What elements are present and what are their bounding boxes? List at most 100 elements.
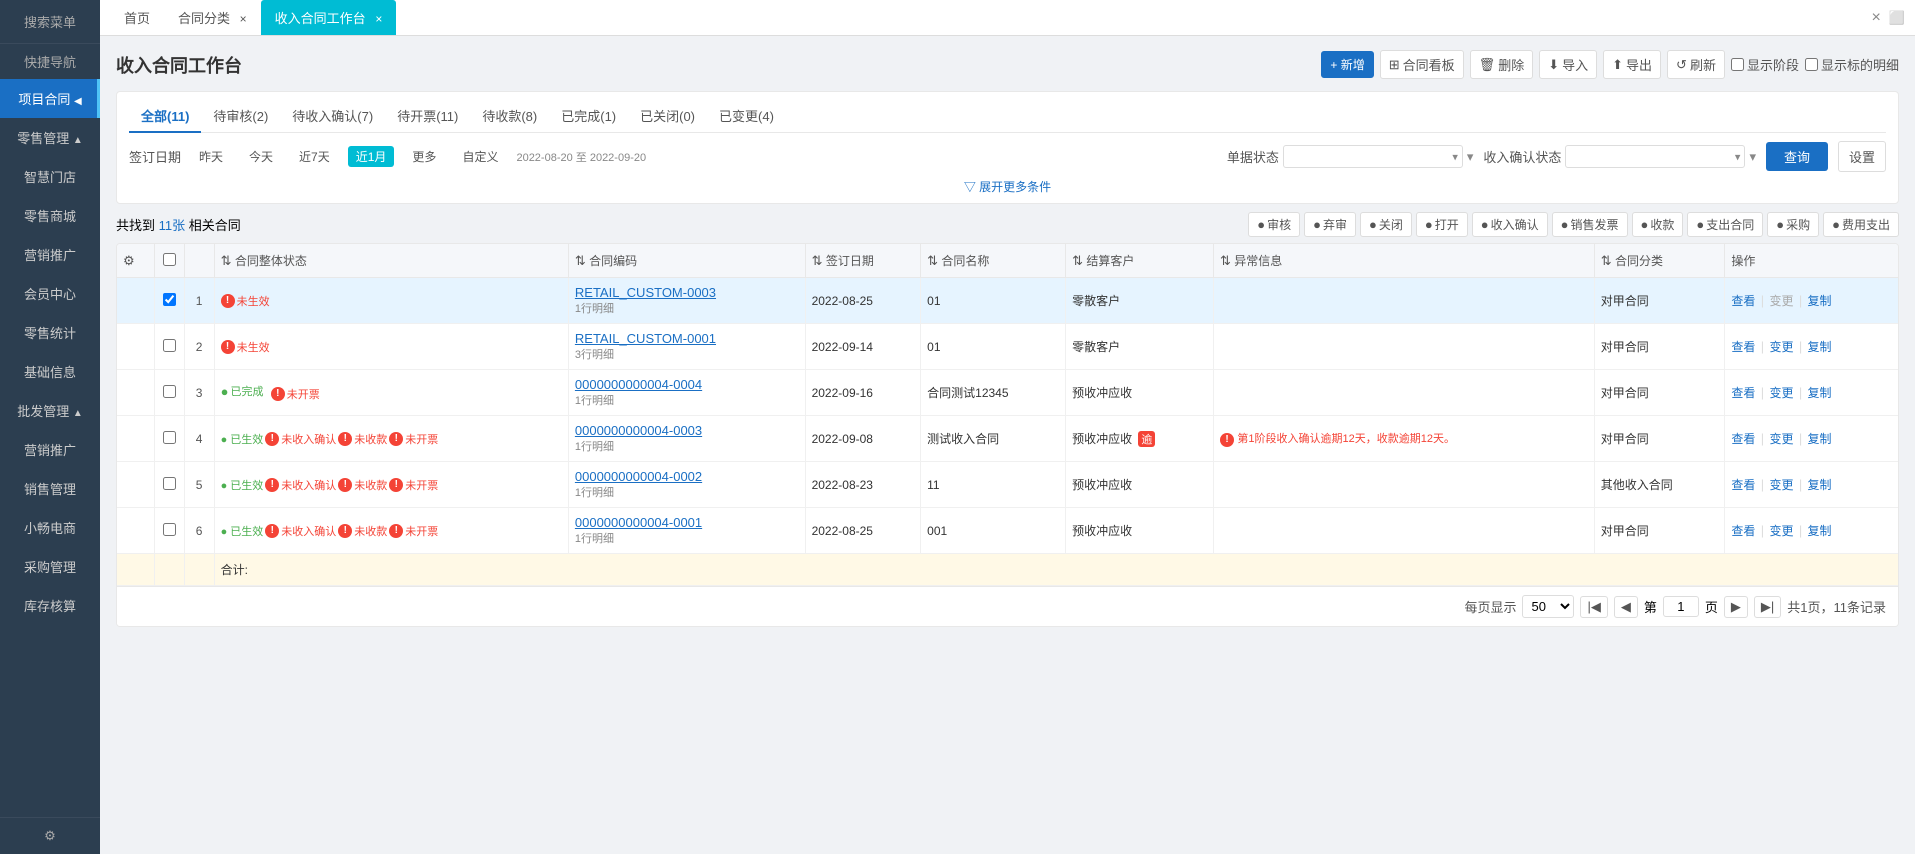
output-contract-button[interactable]: ● 支出合同	[1687, 212, 1763, 237]
sidebar-search[interactable]: 搜索菜单	[0, 0, 100, 44]
confirm-filter-input[interactable]	[1565, 145, 1745, 168]
row1-checkbox[interactable]	[163, 293, 176, 306]
row4-checkbox[interactable]	[163, 431, 176, 444]
sidebar-item-xiaochang[interactable]: 小畅电商	[0, 508, 100, 547]
name-col-header[interactable]: ⇅ 合同名称	[921, 244, 1066, 278]
refresh-button[interactable]: ↺ 刷新	[1667, 50, 1725, 79]
setting-button[interactable]: 设置	[1838, 141, 1886, 172]
sidebar-item-wholesale-mgmt[interactable]: 批发管理 ▲	[0, 391, 100, 430]
purchase-button[interactable]: ● 采购	[1767, 212, 1819, 237]
sidebar-nav[interactable]: 快捷导航	[0, 44, 100, 79]
sidebar-item-basic-info[interactable]: 基础信息	[0, 352, 100, 391]
sidebar-item-inventory[interactable]: 库存核算	[0, 586, 100, 625]
row6-checkbox-cell[interactable]	[154, 508, 184, 554]
expand-conditions-button[interactable]: ▽ 展开更多条件	[964, 180, 1051, 194]
export-button[interactable]: ⬆ 导出	[1603, 50, 1661, 79]
page-number-input[interactable]	[1663, 596, 1699, 617]
row1-copy-link[interactable]: 复制	[1808, 294, 1832, 308]
row4-view-link[interactable]: 查看	[1731, 432, 1755, 446]
row3-copy-link[interactable]: 复制	[1808, 386, 1832, 400]
code-col-header[interactable]: ⇅ 合同编码	[568, 244, 805, 278]
status-filter-dropdown[interactable]: ▾	[1467, 149, 1474, 165]
date-filter-more[interactable]: 更多	[404, 146, 444, 167]
row2-edit-link[interactable]: 变更	[1769, 340, 1793, 354]
abandon-review-button[interactable]: ● 弃审	[1304, 212, 1356, 237]
status-col-header[interactable]: ⇅ 合同整体状态	[214, 244, 568, 278]
settings-col-header[interactable]: ⚙	[117, 244, 154, 278]
close-all-tabs[interactable]: ×	[1871, 9, 1880, 27]
contract-view-button[interactable]: ⊞ 合同看板	[1380, 50, 1464, 79]
row5-edit-link[interactable]: 变更	[1769, 478, 1793, 492]
sidebar-item-marketing[interactable]: 营销推广	[0, 235, 100, 274]
row4-copy-link[interactable]: 复制	[1808, 432, 1832, 446]
show-fields-check[interactable]: 显示阶段	[1731, 55, 1799, 74]
next-page-button[interactable]: ▶	[1724, 596, 1748, 618]
row6-checkbox[interactable]	[163, 523, 176, 536]
row2-copy-link[interactable]: 复制	[1808, 340, 1832, 354]
delete-button[interactable]: 🗑 删除	[1470, 50, 1534, 79]
row3-code-link[interactable]: 0000000000004-0004	[575, 377, 702, 392]
filter-tab-pending-confirm[interactable]: 待收入确认(7)	[280, 100, 385, 133]
row6-view-link[interactable]: 查看	[1731, 524, 1755, 538]
row5-checkbox-cell[interactable]	[154, 462, 184, 508]
checkbox-col-header[interactable]	[154, 244, 184, 278]
confirm-filter-dropdown[interactable]: ▾	[1749, 149, 1756, 165]
import-button[interactable]: ⬇ 导入	[1539, 50, 1597, 79]
show-detail-check[interactable]: 显示标的明细	[1805, 55, 1899, 74]
date-filter-today[interactable]: 今天	[241, 146, 281, 167]
filter-tab-pending-invoice[interactable]: 待开票(11)	[385, 100, 470, 133]
restore-tab[interactable]: ⬜	[1889, 10, 1905, 26]
first-page-button[interactable]: |◀	[1580, 596, 1607, 618]
row6-edit-link[interactable]: 变更	[1769, 524, 1793, 538]
tab-contract-category[interactable]: 合同分类 ×	[164, 0, 261, 35]
expense-button[interactable]: ● 费用支出	[1823, 212, 1899, 237]
filter-tab-completed[interactable]: 已完成(1)	[549, 100, 628, 133]
row1-code-link[interactable]: RETAIL_CUSTOM-0003	[575, 285, 716, 300]
row2-checkbox[interactable]	[163, 339, 176, 352]
row2-checkbox-cell[interactable]	[154, 324, 184, 370]
select-all-checkbox[interactable]	[163, 253, 176, 266]
row3-view-link[interactable]: 查看	[1731, 386, 1755, 400]
close-tab-contract-category[interactable]: ×	[240, 12, 247, 26]
category-col-header[interactable]: ⇅ 合同分类	[1594, 244, 1725, 278]
abnormal-col-header[interactable]: ⇅ 异常信息	[1214, 244, 1595, 278]
sidebar-item-member-center[interactable]: 会员中心	[0, 274, 100, 313]
page-size-select[interactable]: 50 10 20 100	[1522, 595, 1574, 618]
row4-edit-link[interactable]: 变更	[1769, 432, 1793, 446]
row5-copy-link[interactable]: 复制	[1808, 478, 1832, 492]
row4-code-link[interactable]: 0000000000004-0003	[575, 423, 702, 438]
row3-checkbox[interactable]	[163, 385, 176, 398]
status-filter-input[interactable]	[1283, 145, 1463, 168]
close-contract-button[interactable]: ● 关闭	[1360, 212, 1412, 237]
prev-page-button[interactable]: ◀	[1614, 596, 1638, 618]
row4-checkbox-cell[interactable]	[154, 416, 184, 462]
row2-view-link[interactable]: 查看	[1731, 340, 1755, 354]
date-col-header[interactable]: ⇅ 签订日期	[805, 244, 921, 278]
tab-income-contract[interactable]: 收入合同工作台 ×	[261, 0, 397, 35]
sidebar-item-retail-mgmt[interactable]: 零售管理 ▲	[0, 118, 100, 157]
filter-tab-pending-payment[interactable]: 待收款(8)	[470, 100, 549, 133]
sales-invoice-button[interactable]: ● 销售发票	[1552, 212, 1628, 237]
date-filter-1month[interactable]: 近1月	[348, 146, 395, 167]
sidebar-item-marketing2[interactable]: 营销推广	[0, 430, 100, 469]
add-button[interactable]: + 新增	[1321, 51, 1373, 78]
last-page-button[interactable]: ▶|	[1754, 596, 1781, 618]
row1-edit-link[interactable]: 变更	[1769, 294, 1793, 308]
sidebar-item-purchase-mgmt[interactable]: 采购管理	[0, 547, 100, 586]
row3-checkbox-cell[interactable]	[154, 370, 184, 416]
sidebar-item-smart-store[interactable]: 智慧门店	[0, 157, 100, 196]
query-button[interactable]: 查询	[1766, 142, 1828, 171]
sidebar-item-retail-mall[interactable]: 零售商城	[0, 196, 100, 235]
row3-edit-link[interactable]: 变更	[1769, 386, 1793, 400]
tab-home[interactable]: 首页	[110, 0, 164, 35]
sidebar-item-sales-mgmt[interactable]: 销售管理	[0, 469, 100, 508]
row2-code-link[interactable]: RETAIL_CUSTOM-0001	[575, 331, 716, 346]
income-confirm-button[interactable]: ● 收入确认	[1472, 212, 1548, 237]
sidebar-item-retail-stats[interactable]: 零售统计	[0, 313, 100, 352]
date-filter-custom[interactable]: 自定义	[454, 146, 506, 167]
row5-code-link[interactable]: 0000000000004-0002	[575, 469, 702, 484]
table-scroll[interactable]: ⚙ ⇅ 合同整体状态 ⇅ 合同编码	[117, 244, 1898, 586]
row1-view-link[interactable]: 查看	[1731, 294, 1755, 308]
date-filter-yesterday[interactable]: 昨天	[191, 146, 231, 167]
review-button[interactable]: ● 审核	[1248, 212, 1300, 237]
